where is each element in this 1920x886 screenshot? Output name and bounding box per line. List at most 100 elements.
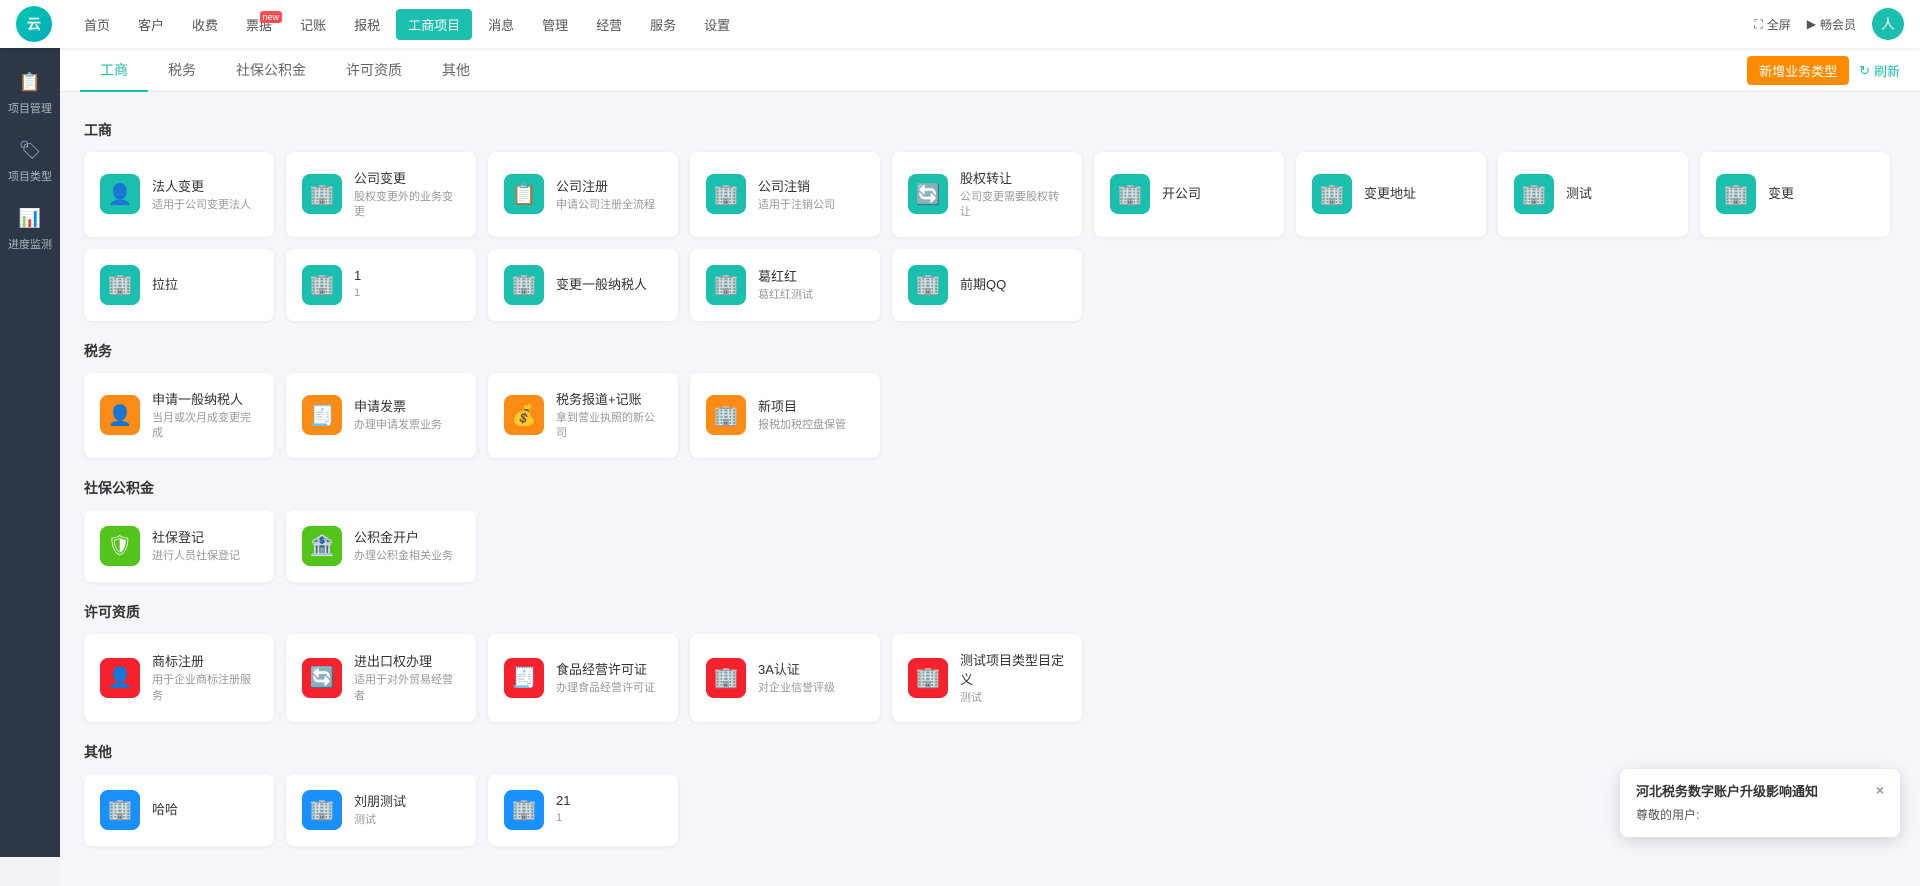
nav-item-message[interactable]: 消息 xyxy=(476,9,526,40)
card-haha[interactable]: 🏢 哈哈 xyxy=(84,774,274,846)
card-info-pre-qq: 前期QQ xyxy=(960,274,1006,296)
nav-item-business[interactable]: 工商项目 xyxy=(396,9,472,40)
card-info-apply-invoice: 申请发票 办理申请发票业务 xyxy=(354,396,442,433)
cards-grid-xuke-section: 👤 商标注册 用于企业商标注册服务 🔄 进出口权办理 适用于对外贸易经营者 🧾 … xyxy=(84,634,1896,722)
refresh-button[interactable]: ↻ 刷新 xyxy=(1859,61,1900,80)
card-apply-taxpayer[interactable]: 👤 申请一般纳税人 当月或次月成变更完成 xyxy=(84,373,274,458)
card-pre-qq[interactable]: 🏢 前期QQ xyxy=(892,249,1082,321)
card-equity-transfer[interactable]: 🔄 股权转让 公司变更需要股权转让 xyxy=(892,152,1082,237)
card-title-fund-account: 公积金开户 xyxy=(354,527,453,546)
sidebar-item-progress-monitor[interactable]: 📊 进度监测 xyxy=(0,194,60,262)
card-apply-invoice[interactable]: 🧾 申请发票 办理申请发票业务 xyxy=(286,373,476,458)
card-title-new-project: 新项目 xyxy=(758,396,846,415)
card-title-apply-taxpayer: 申请一般纳税人 xyxy=(152,389,258,408)
card-liupeng-test[interactable]: 🏢 刘朋测试 测试 xyxy=(286,774,476,846)
card-fund-account[interactable]: 🏦 公积金开户 办理公积金相关业务 xyxy=(286,510,476,582)
card-info-liupeng-test: 刘朋测试 测试 xyxy=(354,791,406,828)
card-desc-test-type: 测试 xyxy=(960,691,1066,706)
card-open-company[interactable]: 🏢 开公司 xyxy=(1094,152,1284,237)
nav-item-service[interactable]: 服务 xyxy=(638,9,688,40)
nav-item-account[interactable]: 记账 xyxy=(288,9,338,40)
tab-shuiwu[interactable]: 税务 xyxy=(148,48,216,92)
card-change1[interactable]: 🏢 变更 xyxy=(1700,152,1890,237)
notification-body: 尊敬的用户: xyxy=(1636,806,1884,825)
card-desc-company-register: 申请公司注册全流程 xyxy=(556,198,655,213)
notification-title: 河北税务数字账户升级影响通知 × xyxy=(1636,781,1884,800)
vip-btn[interactable]: ▶ 畅会员 xyxy=(1807,16,1856,33)
section-gongshang-section: 工商 👤 法人变更 适用于公司变更法人 🏢 公司变更 股权变更外的业务变更 📋 … xyxy=(84,120,1896,321)
nav-item-manage[interactable]: 管理 xyxy=(530,9,580,40)
nav-item-invoice[interactable]: 票据new xyxy=(234,9,284,40)
card-info-food-license: 食品经营许可证 办理食品经营许可证 xyxy=(556,659,655,696)
nav-item-billing[interactable]: 收费 xyxy=(180,9,230,40)
card-icon-social-insurance: 🛡 xyxy=(100,526,140,566)
card-icon-company-register: 📋 xyxy=(504,174,544,214)
card-ge-hong-hong[interactable]: 🏢 葛红红 葛红红测试 xyxy=(690,249,880,321)
tab-gongshang[interactable]: 工商 xyxy=(80,48,148,92)
card-legal-change[interactable]: 👤 法人变更 适用于公司变更法人 xyxy=(84,152,274,237)
card-desc-apply-invoice: 办理申请发票业务 xyxy=(354,418,442,433)
nav-badge-invoice: new xyxy=(260,11,283,23)
nav-item-tax[interactable]: 报税 xyxy=(342,9,392,40)
card-desc-company-cancel: 适用于注销公司 xyxy=(758,198,835,213)
card-icon-tax-report-account: 💰 xyxy=(504,395,544,435)
card-desc-trademark: 用于企业商标注册服务 xyxy=(152,673,258,704)
card-title-tax-report-account: 税务报道+记账 xyxy=(556,389,662,408)
card-icon-legal-change: 👤 xyxy=(100,174,140,214)
card-desc-equity-transfer: 公司变更需要股权转让 xyxy=(960,190,1066,221)
card-info-ge-hong-hong: 葛红红 葛红红测试 xyxy=(758,266,813,303)
nav-item-customer[interactable]: 客户 xyxy=(126,9,176,40)
card-desc-ge-hong-hong: 葛红红测试 xyxy=(758,288,813,303)
nav-item-home[interactable]: 首页 xyxy=(72,9,122,40)
new-type-button[interactable]: 新增业务类型 xyxy=(1747,56,1849,85)
card-tax-report-account[interactable]: 💰 税务报道+记账 拿到营业执照的新公司 xyxy=(488,373,678,458)
card-icon-pre-qq: 🏢 xyxy=(908,265,948,305)
cards-grid-shebao-section: 🛡 社保登记 进行人员社保登记 🏦 公积金开户 办理公积金相关业务 xyxy=(84,510,1896,582)
card-new-project[interactable]: 🏢 新项目 报税加税控盘保管 xyxy=(690,373,880,458)
card-icon-3a-cert: 🏢 xyxy=(706,658,746,698)
sidebar: 📋 项目管理 🏷 项目类型 📊 进度监测 xyxy=(0,48,60,857)
card-test-type[interactable]: 🏢 测试项目类型目定义 测试 xyxy=(892,634,1082,722)
card-desc-import-export: 适用于对外贸易经营者 xyxy=(354,673,460,704)
avatar[interactable]: 人 xyxy=(1872,8,1904,40)
sidebar-label-project-type: 项目类型 xyxy=(8,168,52,184)
card-icon-apply-invoice: 🧾 xyxy=(302,395,342,435)
tab-other[interactable]: 其他 xyxy=(422,48,490,92)
card-company-change[interactable]: 🏢 公司变更 股权变更外的业务变更 xyxy=(286,152,476,237)
card-one[interactable]: 🏢 1 1 xyxy=(286,249,476,321)
sidebar-item-project-type[interactable]: 🏷 项目类型 xyxy=(0,126,60,194)
card-icon-change-taxpayer: 🏢 xyxy=(504,265,544,305)
tabs-bar: 工商税务社保公积金许可资质其他 新增业务类型 ↻ 刷新 xyxy=(60,48,1920,92)
card-3a-cert[interactable]: 🏢 3A认证 对企业信誉评级 xyxy=(690,634,880,722)
vip-icon: ▶ xyxy=(1807,17,1816,31)
nav-item-settings[interactable]: 设置 xyxy=(692,9,742,40)
card-company-cancel[interactable]: 🏢 公司注销 适用于注销公司 xyxy=(690,152,880,237)
sidebar-icon-project-type: 🏷 xyxy=(16,136,44,164)
nav-item-operation[interactable]: 经营 xyxy=(584,9,634,40)
cards-grid-gongshang-section: 👤 法人变更 适用于公司变更法人 🏢 公司变更 股权变更外的业务变更 📋 公司注… xyxy=(84,152,1896,321)
sidebar-item-project-mgmt[interactable]: 📋 项目管理 xyxy=(0,58,60,126)
card-twenty-one[interactable]: 🏢 21 1 xyxy=(488,774,678,846)
card-trademark[interactable]: 👤 商标注册 用于企业商标注册服务 xyxy=(84,634,274,722)
tab-xuke[interactable]: 许可资质 xyxy=(326,48,422,92)
card-change-address[interactable]: 🏢 变更地址 xyxy=(1296,152,1486,237)
card-icon-fund-account: 🏦 xyxy=(302,526,342,566)
card-icon-liupeng-test: 🏢 xyxy=(302,790,342,830)
card-social-insurance[interactable]: 🛡 社保登记 进行人员社保登记 xyxy=(84,510,274,582)
cards-grid-shuiwu-section: 👤 申请一般纳税人 当月或次月成变更完成 🧾 申请发票 办理申请发票业务 💰 税… xyxy=(84,373,1896,458)
card-change-taxpayer[interactable]: 🏢 变更一般纳税人 xyxy=(488,249,678,321)
card-lala[interactable]: 🏢 拉拉 xyxy=(84,249,274,321)
tab-shebao[interactable]: 社保公积金 xyxy=(216,48,326,92)
card-info-company-register: 公司注册 申请公司注册全流程 xyxy=(556,176,655,213)
card-import-export[interactable]: 🔄 进出口权办理 适用于对外贸易经营者 xyxy=(286,634,476,722)
card-info-haha: 哈哈 xyxy=(152,799,178,821)
card-title-legal-change: 法人变更 xyxy=(152,176,251,195)
card-test1[interactable]: 🏢 测试 xyxy=(1498,152,1688,237)
card-info-lala: 拉拉 xyxy=(152,274,178,296)
fullscreen-btn[interactable]: ⛶ 全屏 xyxy=(1754,16,1790,33)
card-company-register[interactable]: 📋 公司注册 申请公司注册全流程 xyxy=(488,152,678,237)
card-desc-one: 1 xyxy=(354,286,361,301)
card-food-license[interactable]: 🧾 食品经营许可证 办理食品经营许可证 xyxy=(488,634,678,722)
card-title-food-license: 食品经营许可证 xyxy=(556,659,655,678)
notification-close[interactable]: × xyxy=(1876,782,1884,798)
